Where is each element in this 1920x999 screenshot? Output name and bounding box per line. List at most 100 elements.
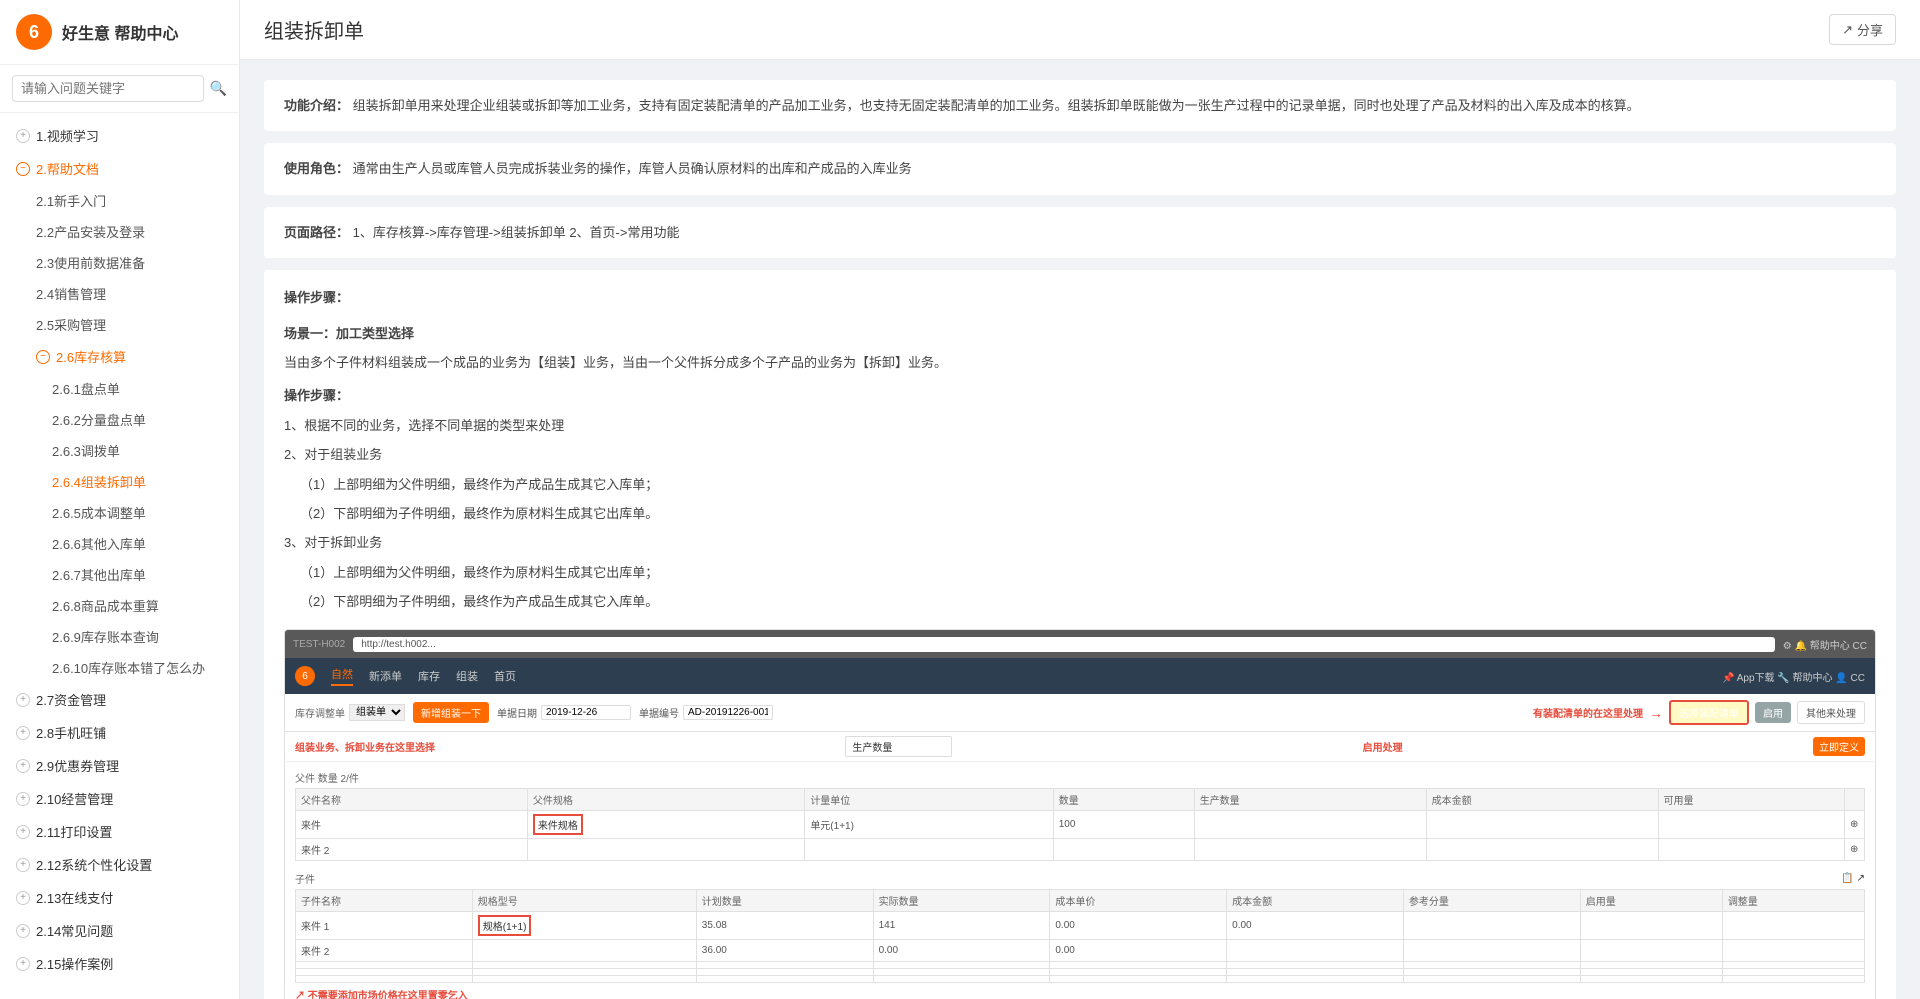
sidebar-header: 6 好生意 帮助中心 (0, 0, 239, 65)
sim-col-adjust-qty: 调整量 (1722, 890, 1864, 912)
sidebar-item-other-out[interactable]: 2.6.7其他出库单 (0, 559, 239, 590)
sim-col-prod-qty: 生产数量 (1194, 789, 1426, 811)
sim-doc-type-label: 库存调整单 (295, 705, 345, 720)
table-row (296, 976, 1865, 983)
expand-customize-icon: + (16, 858, 30, 872)
sim-nav-main: 首页 (494, 668, 516, 684)
main-panel: 组装拆卸单 ↗ 分享 功能介绍： 组装拆卸单用来处理企业组装或拆卸等加工业务，支… (240, 0, 1920, 999)
sidebar-item-adjust[interactable]: 2.6.3调拨单 (0, 435, 239, 466)
sidebar-item-coupon[interactable]: + 2.9优惠券管理 (0, 749, 239, 782)
sim-nav-icons: ⚙ 🔔 帮助中心 CC (1783, 637, 1867, 652)
sidebar-item-prepare[interactable]: 2.3使用前数据准备 (0, 247, 239, 278)
sidebar-item-other-in[interactable]: 2.6.6其他入库单 (0, 528, 239, 559)
sim-doc-type-select[interactable]: 组装单 拆卸单 (349, 704, 405, 721)
sidebar-item-stock-check[interactable]: 2.6.9库存账本查询 (0, 621, 239, 652)
search-input[interactable] (12, 75, 204, 102)
sim-order-input[interactable] (683, 705, 773, 720)
sim-qty-input[interactable] (895, 743, 945, 754)
expand-icon: + (16, 129, 30, 143)
expand-onlinepay-icon: + (16, 891, 30, 905)
sim-toolbar-left: 库存调整单 组装单 拆卸单 (295, 704, 405, 721)
role-text: 通常由生产人员或库管人员完成拆装业务的操作，库管人员确认原材料的出库和产成品的入… (353, 161, 912, 176)
sim-top-icons: 📌 App下载 🔧 帮助中心 👤 CC (1722, 669, 1865, 684)
sim-app-nav: 6 自然 新添单 库存 组装 首页 📌 App下载 🔧 帮助中心 👤 CC (285, 658, 1875, 694)
sim-zj-row2-plan: 36.00 (696, 940, 873, 962)
sim-zj-row1-spec: 规格(1+1) (472, 912, 696, 940)
sim-zj-row1-adjust (1722, 912, 1864, 940)
sim-logo: 6 (295, 666, 315, 686)
content-area: 功能介绍： 组装拆卸单用来处理企业组装或拆卸等加工业务，支持有固定装配清单的产品… (240, 60, 1920, 999)
share-icon: ↗ (1842, 22, 1853, 38)
sidebar-item-print[interactable]: + 2.11打印设置 (0, 815, 239, 848)
sim-nav-new: 新添单 (369, 668, 402, 684)
sim-row1-spec: 来件规格 (527, 811, 804, 839)
sim-row1-avail (1658, 811, 1844, 839)
sidebar-item-sales[interactable]: 2.4销售管理 (0, 278, 239, 309)
table-row: 来件 2 ⊕ (296, 839, 1865, 861)
table-row: 来件 1 规格(1+1) 35.08 141 0.00 0.00 (296, 912, 1865, 940)
sim-col-action (1845, 789, 1865, 811)
sim-col-avail: 可用量 (1658, 789, 1844, 811)
sidebar-item-partial-stocktake[interactable]: 2.6.2分量盘点单 (0, 404, 239, 435)
sim-col-fj-spec: 父件规格 (527, 789, 804, 811)
sim-select-bom-btn[interactable]: 选择装配清单 (1669, 700, 1749, 725)
sim-annotation3-text: 启用处理 (1363, 739, 1403, 754)
sim-confirm-btn[interactable]: 立即定义 (1813, 737, 1865, 756)
sim-zj-row2-enable (1580, 940, 1722, 962)
sim-new-btn[interactable]: 新增组装一下 (413, 702, 489, 723)
collapse-inventory-icon: − (36, 350, 50, 364)
sim-col-enable-qty: 启用量 (1580, 890, 1722, 912)
sidebar-item-finance[interactable]: + 2.7资金管理 (0, 683, 239, 716)
sim-col-fj-name: 父件名称 (296, 789, 528, 811)
sidebar-item-ops[interactable]: + 2.10经营管理 (0, 782, 239, 815)
sim-annotation3-bottom: ↗ 不需要添加市场价格在这里置零乞入 (295, 987, 1865, 999)
sim-other-btn[interactable]: 其他来处理 (1797, 701, 1865, 724)
sidebar-item-assemble[interactable]: 2.6.4组装拆卸单 (0, 466, 239, 497)
sidebar-item-cases[interactable]: + 2.15操作案例 (0, 947, 239, 980)
sidebar-item-stock-error[interactable]: 2.6.10库存账本错了怎么办 (0, 652, 239, 683)
page-title: 组装拆卸单 (264, 15, 364, 44)
search-icon[interactable]: 🔍 (210, 80, 227, 97)
operations-section: 操作步骤： 场景一：加工类型选择 当由多个子件材料组装成一个成品的业务为【组装】… (264, 270, 1896, 999)
ops-title: 操作步骤： (284, 286, 1876, 309)
sidebar-item-customize[interactable]: + 2.12系统个性化设置 (0, 848, 239, 881)
sim-date-field: 单据日期 (497, 705, 631, 720)
sim-row2-name: 来件 2 (296, 839, 528, 861)
sidebar-item-cost-adjust[interactable]: 2.6.5成本调整单 (0, 497, 239, 528)
sim-date-input[interactable] (541, 705, 631, 720)
sim-zj-row2-price: 0.00 (1050, 940, 1227, 962)
sim-zj-row2-name: 来件 2 (296, 940, 473, 962)
sim-row1-qty: 100 (1053, 811, 1194, 839)
sim-col-qty: 数量 (1053, 789, 1194, 811)
sidebar-item-online-pay[interactable]: + 2.13在线支付 (0, 881, 239, 914)
sidebar-item-faq[interactable]: + 2.14常见问题 (0, 914, 239, 947)
sidebar-item-docs[interactable]: − 2.帮助文档 (0, 152, 239, 185)
sim-zj-row1-price: 0.00 (1050, 912, 1227, 940)
sidebar-item-mobile[interactable]: + 2.8手机旺铺 (0, 716, 239, 749)
ops-steps-label: 操作步骤： (284, 384, 1876, 407)
sim-lower-label: 子件 (295, 871, 315, 886)
sidebar-item-newcomer[interactable]: 2.1新手入门 (0, 185, 239, 216)
role-label: 使用角色： (284, 161, 349, 176)
nav-tree: + 1.视频学习 − 2.帮助文档 2.1新手入门 2.2产品安装及登录 2.3… (0, 113, 239, 999)
share-button[interactable]: ↗ 分享 (1829, 14, 1896, 45)
table-row (296, 962, 1865, 969)
sim-enable-btn[interactable]: 启用 (1755, 702, 1791, 723)
sim-row2-btn: ⊕ (1845, 839, 1865, 861)
sim-row1-unit: 单元(1+1) (805, 811, 1053, 839)
expand-coupon-icon: + (16, 759, 30, 773)
sidebar-item-inventory[interactable]: − 2.6库存核算 (0, 340, 239, 373)
sim-zj-row2-adjust (1722, 940, 1864, 962)
sim-col-plan-qty: 计划数量 (696, 890, 873, 912)
sidebar-item-install[interactable]: 2.2产品安装及登录 (0, 216, 239, 247)
sim-zj-spec-box: 规格(1+1) (478, 915, 532, 936)
sidebar-item-cost-recalc[interactable]: 2.6.8商品成本重算 (0, 590, 239, 621)
scene1-desc: 当由多个子件材料组装成一个成品的业务为【组装】业务，当由一个父件拆分成多个子产品… (284, 351, 1876, 374)
expand-ops-icon: + (16, 792, 30, 806)
sidebar-item-stocktake[interactable]: 2.6.1盘点单 (0, 373, 239, 404)
sim-col-cost-price: 成本单价 (1050, 890, 1227, 912)
function-intro-label: 功能介绍： (284, 98, 349, 113)
sidebar-item-video[interactable]: + 1.视频学习 (0, 119, 239, 152)
scene1-title: 场景一：加工类型选择 (284, 322, 1876, 345)
sidebar-item-purchase[interactable]: 2.5采购管理 (0, 309, 239, 340)
